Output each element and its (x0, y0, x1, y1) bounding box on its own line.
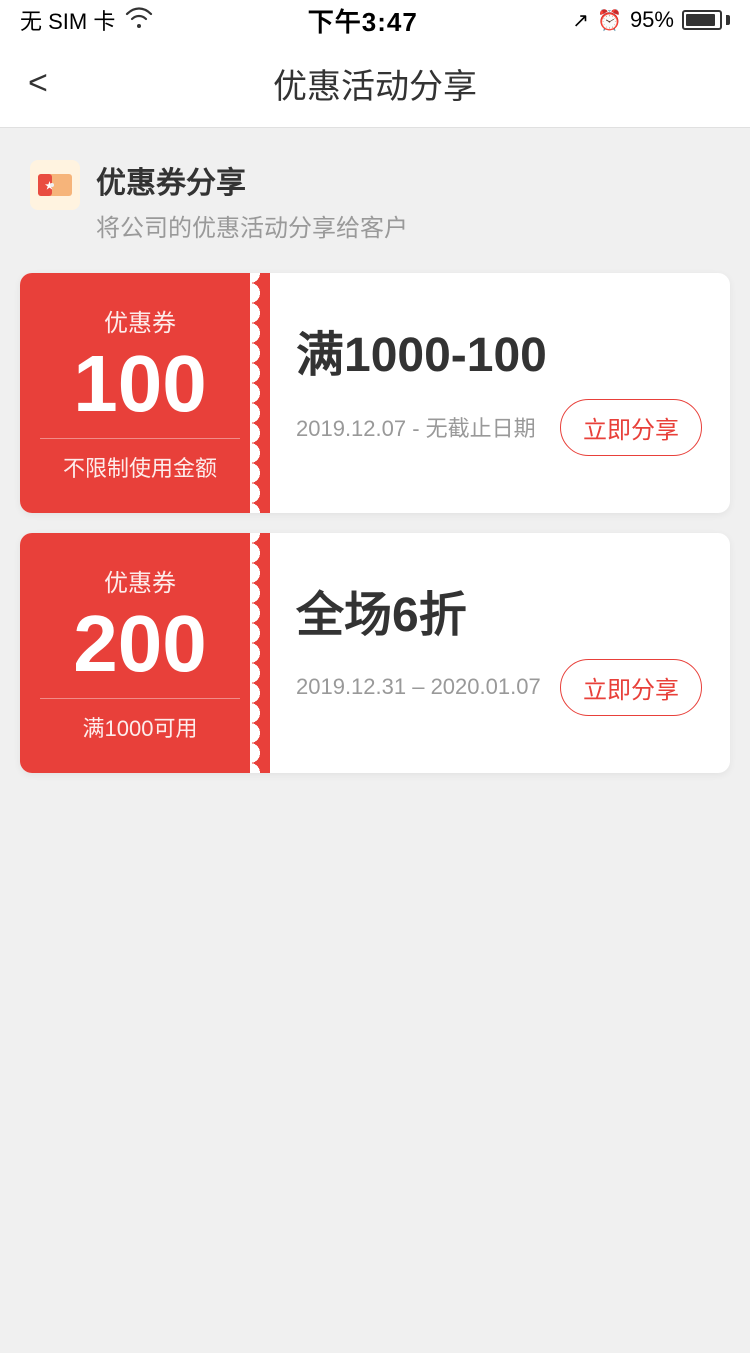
bottom-spacer (0, 793, 750, 1353)
section-text: 优惠券分享 将公司的优惠活动分享给客户 (96, 158, 408, 243)
coupon-left-2: 优惠券 200 满1000可用 (20, 533, 260, 773)
coupon-date-2: 2019.12.31 – 2020.01.07 (296, 674, 544, 700)
coupon-label-1: 优惠券 (104, 303, 176, 338)
nav-bar: < 优惠活动分享 (0, 40, 750, 128)
coupon-divider-1 (40, 438, 240, 439)
coupon-amount-2: 200 (73, 604, 206, 684)
battery-icon (682, 10, 730, 30)
location-icon: ↗ (572, 8, 589, 33)
coupon-amount-1: 100 (73, 344, 206, 424)
coupon-name-2: 全场6折 (296, 590, 702, 643)
page-title: 优惠活动分享 (273, 59, 477, 108)
share-button-1[interactable]: 立即分享 (560, 399, 702, 456)
coupon-card-2: 优惠券 200 满1000可用 全场6折 2019.12.31 – 2020.0… (20, 533, 730, 773)
coupon-divider-2 (40, 698, 240, 699)
coupon-condition-1: 不限制使用金额 (63, 451, 217, 483)
coupon-date-1: 2019.12.07 - 无截止日期 (296, 411, 544, 443)
alarm-icon: ⏰ (597, 8, 622, 33)
carrier-text: 无 SIM 卡 (20, 4, 115, 36)
section-header: ★ 优惠券分享 将公司的优惠活动分享给客户 (0, 128, 750, 263)
share-button-2[interactable]: 立即分享 (560, 659, 702, 716)
coupon-condition-2: 满1000可用 (83, 711, 198, 743)
coupon-right-2: 全场6折 2019.12.31 – 2020.01.07 立即分享 (260, 533, 730, 773)
coupon-meta-2: 2019.12.31 – 2020.01.07 立即分享 (296, 659, 702, 716)
section-title: 优惠券分享 (96, 158, 408, 202)
status-right: ↗ ⏰ 95% (572, 7, 730, 33)
coupon-share-icon: ★ (30, 160, 80, 210)
coupon-right-1: 满1000-100 2019.12.07 - 无截止日期 立即分享 (260, 273, 730, 513)
wifi-icon (125, 6, 153, 34)
status-left: 无 SIM 卡 (20, 4, 153, 36)
back-button[interactable]: < (28, 64, 48, 103)
coupon-card-1: 优惠券 100 不限制使用金额 满1000-100 2019.12.07 - 无… (20, 273, 730, 513)
coupon-left-1: 优惠券 100 不限制使用金额 (20, 273, 260, 513)
section-subtitle: 将公司的优惠活动分享给客户 (96, 208, 408, 243)
coupon-meta-1: 2019.12.07 - 无截止日期 立即分享 (296, 399, 702, 456)
coupon-label-2: 优惠券 (104, 563, 176, 598)
coupon-name-1: 满1000-100 (296, 330, 702, 383)
battery-percent: 95% (630, 7, 674, 33)
status-bar: 无 SIM 卡 下午3:47 ↗ ⏰ 95% (0, 0, 750, 40)
status-time: 下午3:47 (308, 2, 418, 39)
coupon-list: 优惠券 100 不限制使用金额 满1000-100 2019.12.07 - 无… (0, 263, 750, 793)
